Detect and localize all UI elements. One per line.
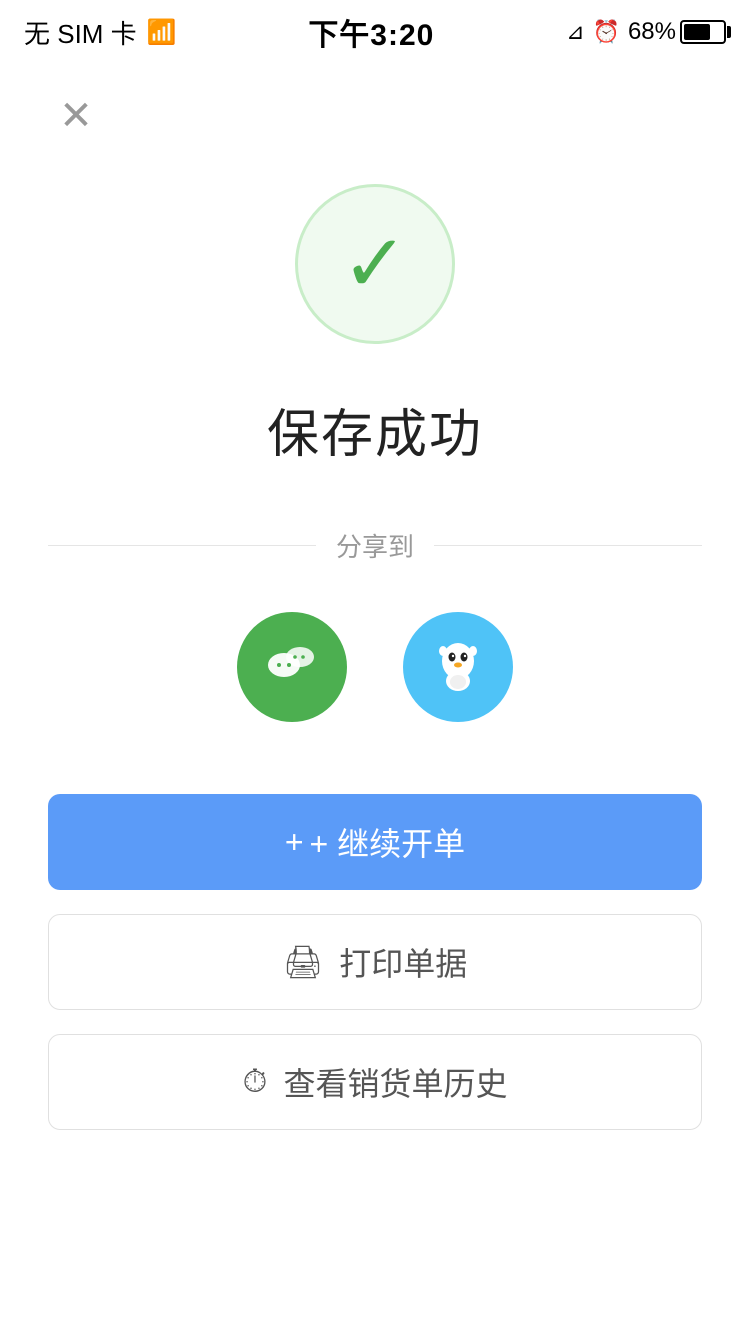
history-icon: ⏱ — [243, 1063, 268, 1101]
close-button[interactable]: ✕ — [48, 88, 104, 144]
qq-share-button[interactable] — [403, 612, 513, 722]
success-title: 保存成功 — [267, 392, 483, 467]
print-label: 打印单据 — [339, 939, 467, 985]
status-time: 下午3:20 — [308, 10, 434, 54]
no-sim-label: 无 SIM 卡 — [24, 14, 137, 51]
share-label: 分享到 — [336, 527, 414, 564]
close-icon: ✕ — [59, 96, 93, 136]
checkmark-icon: ✓ — [341, 224, 408, 304]
wechat-icon — [260, 635, 324, 699]
action-buttons: + + 继续开单 🖨 打印单据 ⏱ 查看销货单历史 — [48, 794, 702, 1130]
history-button[interactable]: ⏱ 查看销货单历史 — [48, 1034, 702, 1130]
status-left: 无 SIM 卡 📶 — [24, 14, 177, 51]
battery-fill — [684, 24, 710, 40]
continue-order-button[interactable]: + + 继续开单 — [48, 794, 702, 890]
divider-line-left — [48, 545, 316, 546]
history-label: 查看销货单历史 — [283, 1059, 507, 1105]
share-divider: 分享到 — [48, 527, 702, 564]
location-icon: ⊿ — [566, 19, 584, 45]
share-icons-row — [237, 612, 513, 722]
print-button[interactable]: 🖨 打印单据 — [48, 914, 702, 1010]
alarm-icon: ⏰ — [593, 19, 620, 45]
battery-bar — [680, 20, 726, 44]
plus-icon: + — [285, 824, 304, 861]
status-right: ⊿ ⏰ 68% — [566, 18, 726, 46]
success-icon-circle: ✓ — [295, 184, 455, 344]
battery-indicator: 68% — [628, 18, 726, 46]
divider-line-right — [434, 545, 702, 546]
print-icon: 🖨 — [283, 943, 324, 981]
battery-percent: 68% — [628, 18, 676, 46]
wechat-share-button[interactable] — [237, 612, 347, 722]
main-content: ✕ ✓ 保存成功 分享到 — [0, 64, 750, 1334]
continue-order-label: + 继续开单 — [310, 819, 466, 865]
wifi-icon: 📶 — [147, 18, 177, 47]
qq-icon — [426, 635, 490, 699]
status-bar: 无 SIM 卡 📶 下午3:20 ⊿ ⏰ 68% — [0, 0, 750, 64]
